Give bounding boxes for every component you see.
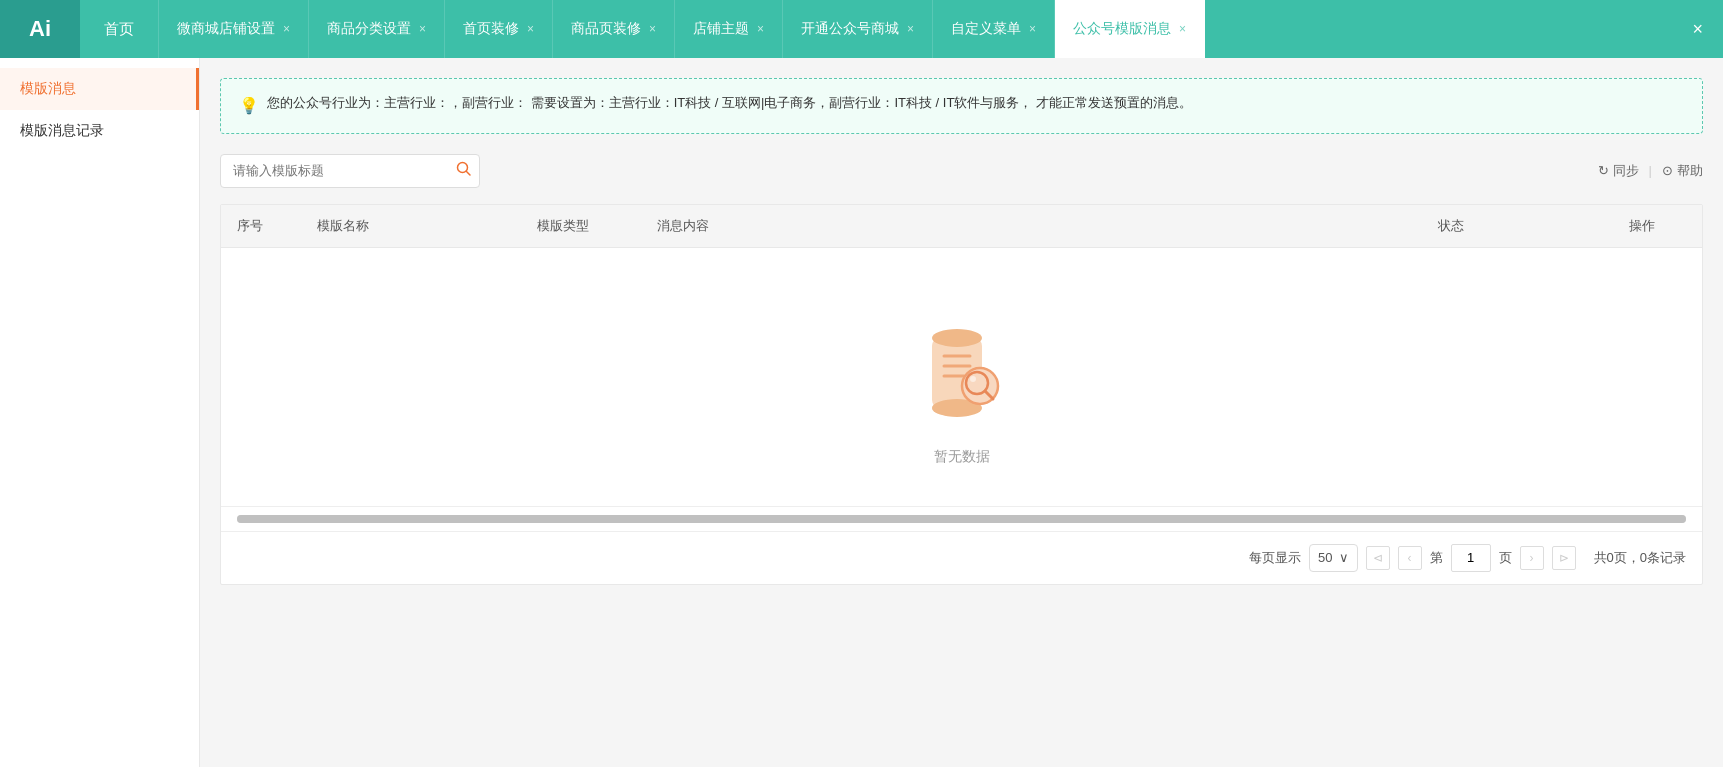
sync-icon: ↻ [1598,163,1609,178]
notice-suffix: 才能正常发送预置的消息。 [1036,95,1192,110]
sidebar-item-template-message-log[interactable]: 模版消息记录 [0,110,199,152]
page-size-select[interactable]: 50 ∨ [1309,544,1357,572]
notice-highlight: 需要设置为：主营行业：IT科技 / 互联网|电子商务，副营行业：IT科技 / I… [531,95,1033,110]
nav-tab-product-category-label: 商品分类设置 [327,20,411,38]
nav-tab-product-category[interactable]: 商品分类设置 × [309,0,445,58]
th-seq: 序号 [221,205,301,247]
sidebar-item-template-message-label: 模版消息 [20,80,76,96]
toolbar-right: ↻ 同步 | ⊙ 帮助 [1598,162,1703,180]
page-size-value: 50 [1318,550,1332,565]
close-all-tabs-button[interactable]: × [1672,19,1723,40]
nav-tab-custom-menu-close[interactable]: × [1029,22,1036,36]
nav-tab-shop-theme-close[interactable]: × [757,22,764,36]
svg-point-4 [932,329,982,347]
nav-tab-product-page-decor-close[interactable]: × [649,22,656,36]
nav-tab-custom-menu-label: 自定义菜单 [951,20,1021,38]
nav-tab-template-message-close[interactable]: × [1179,22,1186,36]
nav-tab-wshop-settings[interactable]: 微商城店铺设置 × [159,0,309,58]
nav-tab-product-category-close[interactable]: × [419,22,426,36]
nav-tab-home-decor-close[interactable]: × [527,22,534,36]
scrollbar-thumb[interactable] [237,515,1686,523]
nav-tab-home[interactable]: 首页 [80,0,159,58]
toolbar-divider: | [1649,163,1652,178]
search-input[interactable] [220,154,480,188]
sync-button[interactable]: ↻ 同步 [1598,162,1639,180]
page-number-input[interactable] [1451,544,1491,572]
svg-line-1 [467,171,471,175]
help-icon: ⊙ [1662,163,1673,178]
notice-box: 💡 您的公众号行业为：主营行业：，副营行业： 需要设置为：主营行业：IT科技 /… [220,78,1703,134]
nav-tab-wshop-settings-label: 微商城店铺设置 [177,20,275,38]
sidebar-item-template-message[interactable]: 模版消息 [0,68,199,110]
top-navigation: Ai 首页 微商城店铺设置 × 商品分类设置 × 首页装修 × 商品页装修 × … [0,0,1723,58]
nav-tab-product-page-decor[interactable]: 商品页装修 × [553,0,675,58]
svg-point-12 [970,376,976,382]
main-layout: 模版消息 模版消息记录 💡 您的公众号行业为：主营行业：，副营行业： 需要设置为… [0,58,1723,767]
nav-tab-shop-theme[interactable]: 店铺主题 × [675,0,783,58]
pagination: 每页显示 50 ∨ ⊲ ‹ 第 页 › ⊳ 共0页，0条记录 [221,531,1702,584]
page-label-suffix: 页 [1499,549,1512,567]
nav-tab-open-wechat-shop-close[interactable]: × [907,22,914,36]
page-size-chevron-icon: ∨ [1339,550,1349,565]
page-prev-button[interactable]: ‹ [1398,546,1422,570]
page-next-button[interactable]: › [1520,546,1544,570]
notice-text: 您的公众号行业为：主营行业：，副营行业： 需要设置为：主营行业：IT科技 / 互… [267,93,1192,114]
nav-tab-template-message-label: 公众号模版消息 [1073,20,1171,38]
notice-icon: 💡 [239,93,259,119]
sidebar: 模版消息 模版消息记录 [0,58,200,767]
nav-tab-open-wechat-shop-label: 开通公众号商城 [801,20,899,38]
scrollbar-track[interactable] [237,515,1686,523]
notice-prefix: 您的公众号行业为：主营行业：，副营行业： [267,95,527,110]
nav-tab-shop-theme-label: 店铺主题 [693,20,749,38]
search-input-wrap [220,154,480,188]
th-status: 状态 [1422,205,1582,247]
nav-tab-home-decor-label: 首页装修 [463,20,519,38]
total-text: 共0页，0条记录 [1594,549,1686,567]
nav-tab-wshop-settings-close[interactable]: × [283,22,290,36]
th-type: 模版类型 [521,205,641,247]
empty-state-text: 暂无数据 [934,448,990,466]
nav-tab-home-label: 首页 [104,20,134,39]
page-last-button[interactable]: ⊳ [1552,546,1576,570]
empty-state: 暂无数据 [221,248,1702,506]
page-label-prefix: 第 [1430,549,1443,567]
nav-tab-product-page-decor-label: 商品页装修 [571,20,641,38]
th-content: 消息内容 [641,205,1422,247]
page-first-button[interactable]: ⊲ [1366,546,1390,570]
app-logo: Ai [0,0,80,58]
help-button[interactable]: ⊙ 帮助 [1662,162,1703,180]
sidebar-item-template-message-log-label: 模版消息记录 [20,122,104,138]
search-bar: ↻ 同步 | ⊙ 帮助 [220,154,1703,188]
search-button[interactable] [456,161,472,181]
help-label: 帮助 [1677,162,1703,180]
empty-state-illustration [902,308,1022,428]
nav-tab-home-decor[interactable]: 首页装修 × [445,0,553,58]
th-name: 模版名称 [301,205,521,247]
th-action: 操作 [1582,205,1702,247]
search-icon [456,161,472,177]
page-size-label: 每页显示 [1249,549,1301,567]
nav-tab-custom-menu[interactable]: 自定义菜单 × [933,0,1055,58]
content-area: 💡 您的公众号行业为：主营行业：，副营行业： 需要设置为：主营行业：IT科技 /… [200,58,1723,767]
data-table: 序号 模版名称 模版类型 消息内容 状态 操作 [220,204,1703,585]
sync-label: 同步 [1613,162,1639,180]
table-header: 序号 模版名称 模版类型 消息内容 状态 操作 [221,205,1702,248]
nav-tab-template-message[interactable]: 公众号模版消息 × [1055,0,1205,58]
nav-tab-open-wechat-shop[interactable]: 开通公众号商城 × [783,0,933,58]
horizontal-scrollbar[interactable] [221,506,1702,531]
